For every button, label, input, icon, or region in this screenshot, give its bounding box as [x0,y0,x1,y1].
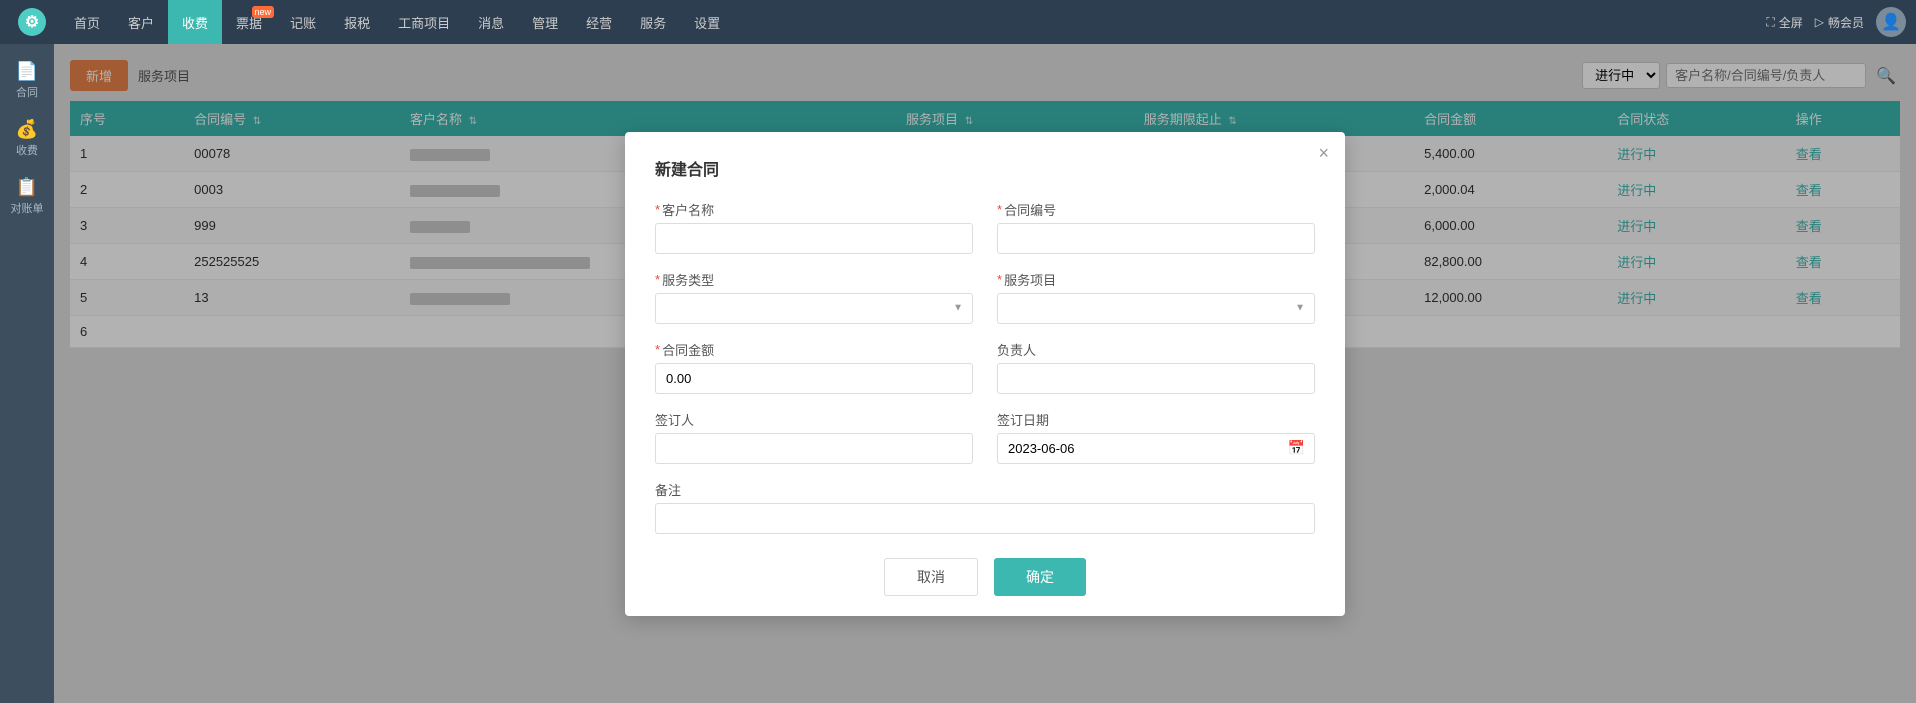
fullscreen-button[interactable]: ⛶ 全屏 [1766,14,1802,31]
new-contract-modal: 新建合同 × * 客户名称 * 合同 [625,132,1345,616]
form-row-remark: 备注 [655,480,1315,534]
modal-close-button[interactable]: × [1318,144,1329,162]
modal-title: 新建合同 [655,156,1315,180]
nav-item-bookkeeping[interactable]: 记账 [276,0,330,44]
service-item-select[interactable] [997,293,1315,324]
form-row-customer-name: * 客户名称 [655,200,973,254]
sign-date-wrapper: 📅 [997,433,1315,464]
customer-name-label: * 客户名称 [655,200,973,219]
sidebar-item-billing[interactable]: 💰 收费 [0,112,54,166]
nav-right: ⛶ 全屏 ▷ 畅会员 👤 [1766,7,1906,37]
contract-icon: 📄 [16,62,38,80]
modal-overlay: 新建合同 × * 客户名称 * 合同 [54,44,1916,703]
service-item-select-wrapper [997,293,1315,324]
nav-item-billing[interactable]: 收费 [168,0,222,44]
service-type-select-wrapper [655,293,973,324]
form-row-responsible-person: 负责人 [997,340,1315,394]
content-area: 新增 服务项目 进行中 已结束 全部 🔍 序号 合同编号 [54,44,1916,703]
contract-amount-input[interactable] [655,363,973,394]
contract-no-input[interactable] [997,223,1315,254]
sign-date-label: 签订日期 [997,410,1315,429]
nav-item-invoice[interactable]: 票据 new [222,0,276,44]
billing-icon: 💰 [16,120,38,138]
nav-item-settings[interactable]: 设置 [680,0,734,44]
play-icon: ▷ [1815,15,1824,29]
service-type-label: * 服务类型 [655,270,973,289]
nav-item-manage[interactable]: 管理 [518,0,572,44]
signer-input[interactable] [655,433,973,464]
form-row-sign-date: 签订日期 📅 [997,410,1315,464]
member-button[interactable]: ▷ 畅会员 [1815,14,1864,31]
cancel-button[interactable]: 取消 [884,558,978,596]
nav-item-message[interactable]: 消息 [464,0,518,44]
form-grid: * 客户名称 * 合同编号 [655,200,1315,534]
responsible-person-input[interactable] [997,363,1315,394]
signer-label: 签订人 [655,410,973,429]
remark-input[interactable] [655,503,1315,534]
sidebar-item-statement[interactable]: 📋 对账单 [0,170,54,224]
contract-no-label: * 合同编号 [997,200,1315,219]
nav-item-customer[interactable]: 客户 [114,0,168,44]
nav-item-business[interactable]: 工商项目 [384,0,464,44]
sign-date-input[interactable] [997,433,1315,464]
nav-item-tax[interactable]: 报税 [330,0,384,44]
avatar-icon: 👤 [1881,12,1901,32]
contract-amount-label: * 合同金额 [655,340,973,359]
form-row-signer: 签订人 [655,410,973,464]
avatar[interactable]: 👤 [1876,7,1906,37]
modal-footer: 取消 确定 [655,558,1315,596]
form-row-service-item: * 服务项目 [997,270,1315,324]
statement-icon: 📋 [16,178,38,196]
sidebar-item-contract[interactable]: 📄 合同 [0,54,54,108]
sidebar: 📄 合同 💰 收费 📋 对账单 [0,44,54,703]
main-layout: 📄 合同 💰 收费 📋 对账单 新增 服务项目 进行中 已结束 全部 [0,44,1916,703]
top-navigation: ⚙ 首页 客户 收费 票据 new 记账 报税 工商项目 消息 管理 经营 服务… [0,0,1916,44]
nav-item-home[interactable]: 首页 [60,0,114,44]
form-row-service-type: * 服务类型 [655,270,973,324]
logo-icon: ⚙ [18,8,46,36]
responsible-person-label: 负责人 [997,340,1315,359]
service-type-select[interactable] [655,293,973,324]
form-row-contract-no: * 合同编号 [997,200,1315,254]
confirm-button[interactable]: 确定 [994,558,1086,596]
form-row-contract-amount: * 合同金额 [655,340,973,394]
nav-item-service[interactable]: 服务 [626,0,680,44]
fullscreen-icon: ⛶ [1766,15,1774,30]
remark-label: 备注 [655,480,1315,499]
new-badge: new [252,6,275,18]
app-logo: ⚙ [10,0,54,44]
nav-item-operations[interactable]: 经营 [572,0,626,44]
service-item-label: * 服务项目 [997,270,1315,289]
customer-name-input[interactable] [655,223,973,254]
